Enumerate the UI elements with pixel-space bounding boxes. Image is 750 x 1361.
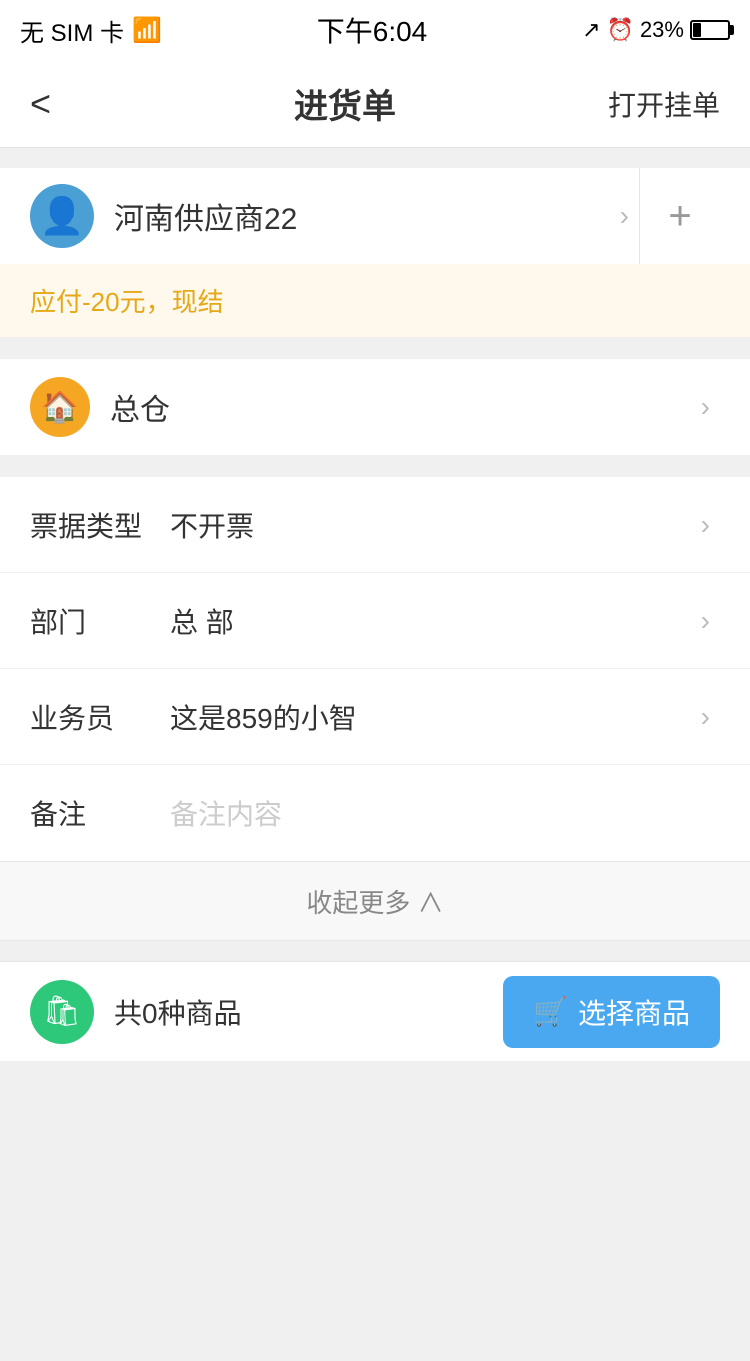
remark-row[interactable]: 备注 备注内容 — [0, 765, 750, 861]
remark-label: 备注 — [30, 793, 170, 833]
bottom-bar: 🛍 共0种商品 🛒 选择商品 — [0, 961, 750, 1061]
warehouse-name: 总仓 — [110, 385, 701, 429]
product-bag-icon: 🛍 — [43, 994, 81, 1029]
status-right: ↗ ⏰ 23% — [582, 17, 730, 43]
status-time: 下午6:04 — [317, 10, 428, 50]
section-gap-3 — [0, 455, 750, 475]
status-bar: 无 SIM 卡 📶 下午6:04 ↗ ⏰ 23% — [0, 0, 750, 60]
department-row[interactable]: 部门 总 部 › — [0, 573, 750, 669]
collapse-label: 收起更多 ∧ — [306, 883, 443, 920]
carrier-label: 无 SIM 卡 — [20, 13, 124, 48]
product-icon-wrap: 🛍 — [30, 980, 94, 1044]
notice-bar: 应付-20元，现结 — [0, 264, 750, 337]
back-button[interactable]: < — [30, 83, 90, 125]
sales-chevron-icon: › — [701, 701, 710, 733]
product-count: 共0种商品 — [114, 992, 503, 1032]
warehouse-chevron-icon: › — [701, 391, 710, 423]
dept-value: 总 部 — [170, 601, 701, 641]
invoice-value: 不开票 — [170, 505, 701, 545]
notice-text: 应付-20元，现结 — [30, 287, 224, 317]
warehouse-section[interactable]: 🏠 总仓 › — [0, 359, 750, 455]
dept-label: 部门 — [30, 601, 170, 641]
supplier-row[interactable]: 👤 河南供应商22 › — [30, 168, 640, 264]
remark-input[interactable]: 备注内容 — [170, 793, 720, 833]
supplier-avatar: 👤 — [30, 184, 94, 248]
supplier-name: 河南供应商22 — [114, 194, 620, 238]
select-btn-icon: 🛒 — [533, 995, 568, 1028]
wifi-icon: 📶 — [132, 16, 162, 45]
dept-chevron-icon: › — [701, 605, 710, 637]
alarm-icon: ⏰ — [607, 17, 634, 43]
salesperson-row[interactable]: 业务员 这是859的小智 › — [0, 669, 750, 765]
rest-area — [0, 1061, 750, 1361]
section-gap-1 — [0, 148, 750, 168]
invoice-label: 票据类型 — [30, 505, 170, 545]
sales-value: 这是859的小智 — [170, 697, 701, 737]
battery-icon — [690, 20, 730, 40]
sales-label: 业务员 — [30, 697, 170, 737]
supplier-chevron-icon: › — [620, 200, 629, 232]
invoice-chevron-icon: › — [701, 509, 710, 541]
collapse-button[interactable]: 收起更多 ∧ — [0, 861, 750, 941]
supplier-section: 👤 河南供应商22 › + — [0, 168, 750, 264]
location-icon: ↗ — [582, 17, 600, 43]
warehouse-icon-wrap: 🏠 — [30, 377, 90, 437]
select-product-button[interactable]: 🛒 选择商品 — [503, 976, 720, 1048]
battery-label: 23% — [640, 17, 684, 43]
invoice-type-row[interactable]: 票据类型 不开票 › — [0, 477, 750, 573]
person-icon: 👤 — [40, 195, 85, 237]
open-pending-button[interactable]: 打开挂单 — [600, 84, 720, 124]
select-btn-label: 选择商品 — [578, 992, 690, 1032]
form-section: 票据类型 不开票 › 部门 总 部 › 业务员 这是859的小智 › 备注 备注… — [0, 477, 750, 861]
warehouse-icon: 🏠 — [41, 390, 78, 425]
page-title: 进货单 — [90, 79, 600, 128]
section-gap-2 — [0, 337, 750, 357]
section-gap-4 — [0, 941, 750, 961]
status-left: 无 SIM 卡 📶 — [20, 13, 162, 48]
nav-bar: < 进货单 打开挂单 — [0, 60, 750, 148]
add-supplier-button[interactable]: + — [640, 168, 720, 264]
